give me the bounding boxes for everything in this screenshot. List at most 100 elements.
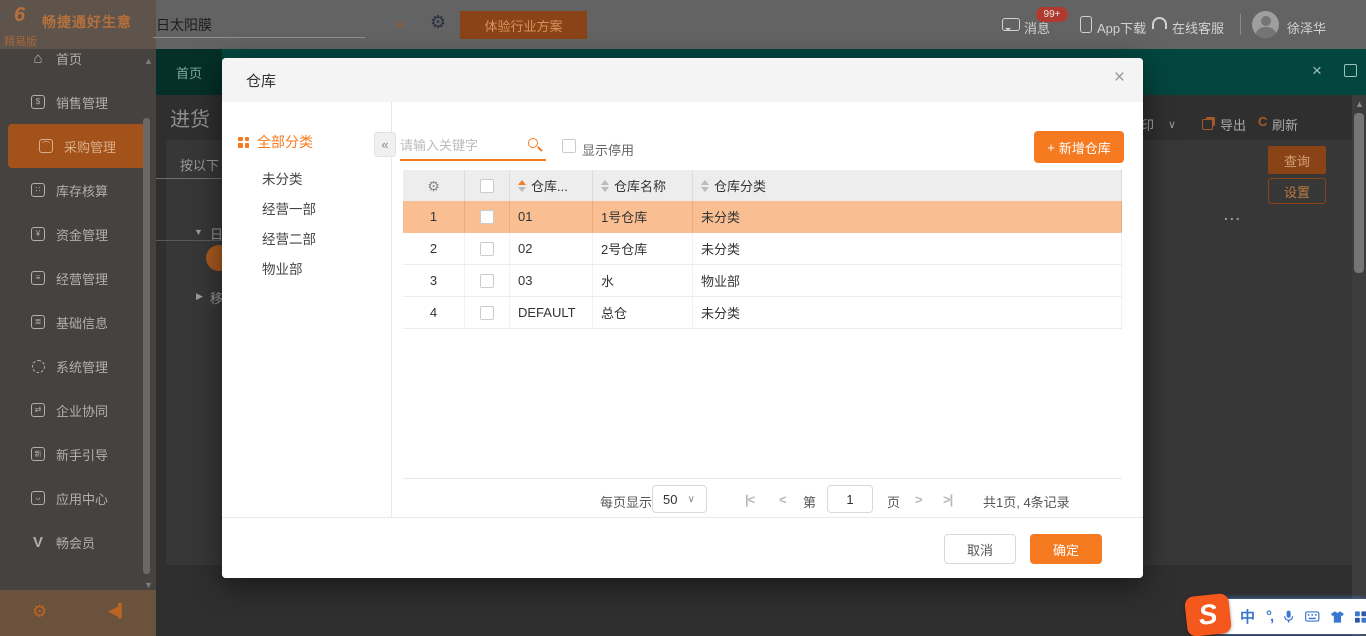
warehouse-name: 1号仓库 xyxy=(593,201,693,232)
first-page-icon[interactable]: |< xyxy=(745,492,755,507)
sidebar-item-funds[interactable]: ¥ 资金管理 xyxy=(0,212,156,256)
sidebar-item-collaboration[interactable]: ⇄ 企业协同 xyxy=(0,388,156,432)
select-all-checkbox[interactable] xyxy=(480,178,494,193)
search-input[interactable] xyxy=(400,131,546,161)
company-selector[interactable]: 日太阳膜 xyxy=(156,15,212,35)
export-button[interactable]: 导出 xyxy=(1220,115,1246,134)
username-label[interactable]: 徐泽华 xyxy=(1287,18,1326,37)
chevron-down-icon[interactable]: ∨ xyxy=(1168,118,1176,131)
brand-name: 畅捷通好生意 xyxy=(42,14,132,30)
search-icon[interactable] xyxy=(528,138,538,148)
tree-caret-open-icon[interactable]: ▼ xyxy=(194,227,203,237)
refresh-icon[interactable]: C xyxy=(1258,114,1267,129)
column-settings-gear-icon[interactable]: ⚙ xyxy=(427,179,440,193)
cancel-button[interactable]: 取消 xyxy=(944,534,1016,564)
close-tab-icon[interactable]: × xyxy=(1312,61,1322,81)
settings-button[interactable]: 设置 xyxy=(1268,178,1326,204)
query-button[interactable]: 查询 xyxy=(1268,146,1326,174)
next-page-icon[interactable]: > xyxy=(915,492,923,507)
page-number-input[interactable] xyxy=(827,485,873,513)
table-row[interactable]: 2 02 2号仓库 未分类 xyxy=(403,233,1122,265)
confirm-button[interactable]: 确定 xyxy=(1030,534,1102,564)
gear-icon[interactable]: ⚙ xyxy=(430,13,446,31)
sidebar-scroll-down-icon[interactable]: ▼ xyxy=(144,580,153,590)
all-categories-item[interactable]: 全部分类 xyxy=(238,132,313,152)
ime-toolbar: 中 °, xyxy=(1214,599,1366,634)
last-page-icon[interactable]: >| xyxy=(943,492,953,507)
sidebar-item-system[interactable]: 系统管理 xyxy=(0,344,156,388)
show-disabled-label[interactable]: 显示停用 xyxy=(582,140,634,159)
category-item[interactable]: 物业部 xyxy=(262,258,303,278)
sidebar-footer: ⚙ ◀▍ xyxy=(0,590,156,636)
headset-icon[interactable] xyxy=(1152,17,1167,29)
shirt-icon[interactable] xyxy=(1330,610,1344,624)
warehouse-category: 未分类 xyxy=(693,201,1122,232)
sidebar-item-label: 应用中心 xyxy=(56,491,109,507)
table-row[interactable]: 1 01 1号仓库 未分类 xyxy=(403,201,1122,233)
company-selector-underline xyxy=(153,37,365,38)
sidebar-item-label: 采购管理 xyxy=(64,139,117,155)
page-scrollbar-thumb[interactable] xyxy=(1354,113,1364,273)
keyboard-icon[interactable] xyxy=(1305,610,1320,623)
online-service-label[interactable]: 在线客服 xyxy=(1172,18,1224,37)
collapse-sidebar-icon[interactable]: ◀▍ xyxy=(108,604,128,617)
sidebar-item-purchase[interactable]: ⌒ 采购管理 xyxy=(8,124,148,168)
apps-grid-icon[interactable] xyxy=(1354,610,1366,624)
column-header-category[interactable]: 仓库分类 xyxy=(693,170,1122,201)
row-index: 3 xyxy=(403,265,465,296)
category-item[interactable]: 经营一部 xyxy=(262,198,316,218)
collapse-panel-button[interactable]: « xyxy=(374,132,396,157)
fullscreen-icon[interactable] xyxy=(1344,64,1357,77)
add-warehouse-button[interactable]: + 新增仓库 xyxy=(1034,131,1124,163)
sidebar-scroll-up-icon[interactable]: ▲ xyxy=(144,56,153,66)
close-icon[interactable]: × xyxy=(1114,68,1125,87)
microphone-icon[interactable] xyxy=(1283,609,1294,625)
sidebar-item-newbie-guide[interactable]: 新 新手引导 xyxy=(0,432,156,476)
punctuation-icon[interactable]: °, xyxy=(1266,608,1274,625)
show-disabled-checkbox[interactable] xyxy=(562,139,576,153)
category-item[interactable]: 未分类 xyxy=(262,168,303,188)
sidebar-item-app-center[interactable]: ᴗ 应用中心 xyxy=(0,476,156,520)
settings-gear-icon[interactable]: ⚙ xyxy=(32,603,47,620)
column-header-name[interactable]: 仓库名称 xyxy=(593,170,693,201)
row-checkbox[interactable] xyxy=(480,305,494,320)
export-icon[interactable] xyxy=(1202,119,1213,130)
tab-home[interactable]: 首页 xyxy=(156,49,222,95)
tree-caret-closed-icon[interactable]: ▶ xyxy=(196,291,203,302)
prev-page-icon[interactable]: < xyxy=(779,492,787,507)
avatar[interactable] xyxy=(1252,11,1279,38)
sidebar-item-operations[interactable]: ≡ 经营管理 xyxy=(0,256,156,300)
phone-icon[interactable] xyxy=(1080,16,1092,33)
table-row[interactable]: 4 DEFAULT 总仓 未分类 xyxy=(403,297,1122,329)
sidebar-item-sales[interactable]: $ 销售管理 xyxy=(0,80,156,124)
sidebar-item-member[interactable]: V 畅会员 xyxy=(0,520,156,564)
messages-badge: 99+ xyxy=(1036,7,1068,22)
row-index: 1 xyxy=(403,201,465,232)
row-checkbox[interactable] xyxy=(480,209,494,224)
sort-icons[interactable] xyxy=(701,179,709,192)
top-header: 6 畅捷通好生意 精易版 日太阳膜 ∨ ⚙ 体验行业方案 消息 99+ App下… xyxy=(0,0,1366,49)
sidebar-item-inventory[interactable]: ∷ 库存核算 xyxy=(0,168,156,212)
warehouse-code: 01 xyxy=(510,201,593,232)
column-header-code[interactable]: 仓库... xyxy=(510,170,593,201)
more-options-ellipsis[interactable]: ... xyxy=(1224,207,1242,223)
page-scroll-up-icon[interactable]: ▲ xyxy=(1355,99,1364,109)
row-checkbox[interactable] xyxy=(480,241,494,256)
per-page-value: 50 xyxy=(663,491,678,507)
trial-industry-button[interactable]: 体验行业方案 xyxy=(460,11,587,39)
category-item[interactable]: 经营二部 xyxy=(262,228,316,248)
message-icon[interactable] xyxy=(1002,18,1020,31)
per-page-select[interactable]: 50 ∨ xyxy=(652,485,707,513)
sidebar-scrollbar[interactable] xyxy=(143,118,150,574)
sogou-logo[interactable]: S xyxy=(1184,592,1232,636)
table-row[interactable]: 3 03 水 物业部 xyxy=(403,265,1122,297)
sort-icons[interactable] xyxy=(518,179,526,192)
chevron-down-icon[interactable]: ∨ xyxy=(396,18,404,31)
sidebar-item-basic-info[interactable]: ≣ 基础信息 xyxy=(0,300,156,344)
row-checkbox[interactable] xyxy=(480,273,494,288)
app-download-label[interactable]: App下载 xyxy=(1097,18,1146,37)
ime-mode-chinese[interactable]: 中 xyxy=(1240,606,1255,627)
grid-icon xyxy=(238,136,249,148)
refresh-button[interactable]: 刷新 xyxy=(1272,115,1298,134)
sort-icons[interactable] xyxy=(601,179,609,192)
